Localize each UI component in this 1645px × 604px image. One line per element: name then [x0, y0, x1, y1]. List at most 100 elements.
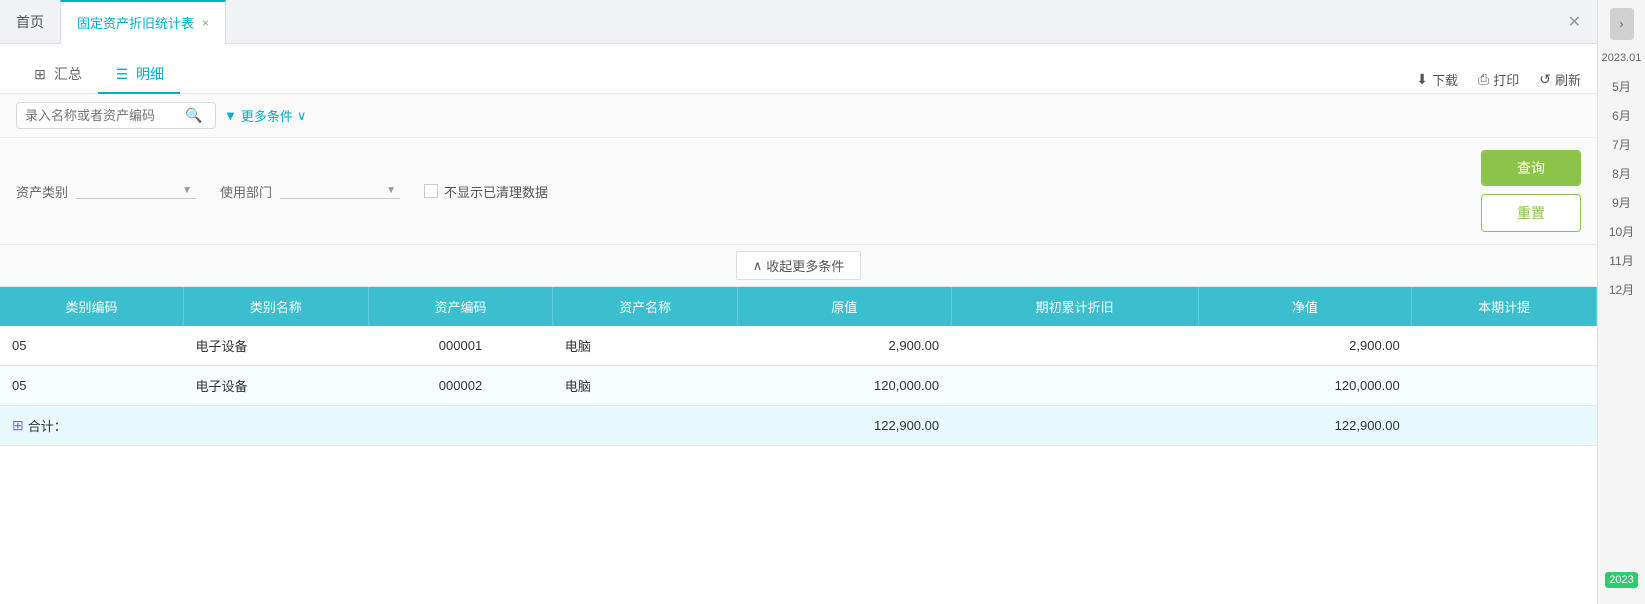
chevron-down-icon: ∨: [297, 108, 307, 124]
col-accumulated-depreciation: 期初累计折旧: [951, 287, 1198, 326]
reset-button[interactable]: 重置: [1481, 194, 1581, 232]
total-accumulated-depreciation: [951, 406, 1198, 446]
sidebar-month-9[interactable]: 9月: [1598, 188, 1645, 217]
hide-cleared-checkbox[interactable]: [424, 184, 438, 198]
tab-home[interactable]: 首页: [0, 0, 60, 44]
tab-summary-label: 汇总: [54, 64, 82, 84]
search-icon[interactable]: 🔍: [185, 107, 202, 124]
filter-asset-category: 资产类别 ▼: [16, 182, 196, 201]
more-filter-button[interactable]: ▼ 更多条件 ∨: [224, 106, 306, 125]
sidebar-collapse-arrow[interactable]: ›: [1610, 8, 1634, 40]
collapse-label: 收起更多条件: [766, 256, 844, 275]
col-net-value: 净值: [1198, 287, 1412, 326]
search-bar: 🔍 ▼ 更多条件 ∨: [0, 94, 1597, 138]
table-row: 05 电子设备 000002 电脑 120,000.00 120,000.00: [0, 366, 1597, 406]
cell-original-value: 120,000.00: [738, 366, 952, 406]
total-label-cell: ⊞ 合计：: [0, 406, 738, 446]
content-area: ⊞ 汇总 ☰ 明细 ⬇ 下载 ⎙ 打印 ↺ 刷新: [0, 44, 1597, 604]
use-department-label: 使用部门: [220, 182, 272, 201]
sidebar-month-8[interactable]: 8月: [1598, 159, 1645, 188]
data-table: 类别编码 类别名称 资产编码 资产名称 原值 期初累计折旧 净值 本期计提 05…: [0, 287, 1597, 446]
col-category-name: 类别名称: [183, 287, 368, 326]
refresh-icon: ↺: [1539, 71, 1551, 88]
cell-asset-code: 000001: [368, 326, 553, 366]
tab-detail[interactable]: ☰ 明细: [98, 56, 180, 94]
refresh-label: 刷新: [1555, 70, 1581, 89]
hide-cleared-label: 不显示已清理数据: [444, 182, 548, 201]
tab-bar: 首页 固定资产折旧统计表 × ✕: [0, 0, 1597, 44]
cell-current-depreciation: [1412, 366, 1597, 406]
arrow-right-icon: ›: [1620, 17, 1624, 31]
cell-current-depreciation: [1412, 326, 1597, 366]
table-wrap: 类别编码 类别名称 资产编码 资产名称 原值 期初累计折旧 净值 本期计提 05…: [0, 287, 1597, 604]
download-label: 下载: [1432, 70, 1458, 89]
tab-home-label: 首页: [16, 12, 44, 32]
filter-row: 资产类别 ▼ 使用部门 ▼ 不显示已清理数据: [16, 150, 1581, 232]
total-original-value: 122,900.00: [738, 406, 952, 446]
filter-panel: 资产类别 ▼ 使用部门 ▼ 不显示已清理数据: [0, 138, 1597, 245]
print-label: 打印: [1493, 70, 1519, 89]
use-department-select[interactable]: ▼: [280, 183, 400, 199]
cell-asset-name: 电脑: [553, 366, 738, 406]
tab-close-icon[interactable]: ×: [202, 16, 209, 30]
cell-accumulated-depreciation: [951, 326, 1198, 366]
total-label-text: 合计：: [28, 416, 67, 435]
table-row: 05 电子设备 000001 电脑 2,900.00 2,900.00: [0, 326, 1597, 366]
list-icon: ☰: [114, 66, 130, 82]
cell-category-name: 电子设备: [183, 366, 368, 406]
tab-active-label: 固定资产折旧统计表: [77, 13, 194, 32]
col-original-value: 原值: [738, 287, 952, 326]
year-badge: 2023: [1605, 572, 1637, 588]
refresh-button[interactable]: ↺ 刷新: [1539, 70, 1581, 89]
use-department-arrow-icon: ▼: [386, 185, 396, 196]
cell-original-value: 2,900.00: [738, 326, 952, 366]
tab-active[interactable]: 固定资产折旧统计表 ×: [60, 0, 226, 44]
download-icon: ⬇: [1416, 71, 1428, 88]
cell-accumulated-depreciation: [951, 366, 1198, 406]
more-filter-label: 更多条件: [241, 106, 293, 125]
sidebar-month-5[interactable]: 5月: [1598, 72, 1645, 101]
cell-asset-code: 000002: [368, 366, 553, 406]
window-close-label: ✕: [1568, 14, 1581, 31]
cell-net-value: 120,000.00: [1198, 366, 1412, 406]
search-input-wrap[interactable]: 🔍: [16, 102, 216, 129]
window-close-button[interactable]: ✕: [1568, 12, 1581, 32]
col-current-depreciation: 本期计提: [1412, 287, 1597, 326]
print-icon: ⎙: [1478, 71, 1489, 88]
print-button[interactable]: ⎙ 打印: [1478, 70, 1519, 89]
sidebar-month-6[interactable]: 6月: [1598, 101, 1645, 130]
search-input[interactable]: [25, 108, 185, 123]
col-category-code: 类别编码: [0, 287, 183, 326]
query-button[interactable]: 查询: [1481, 150, 1581, 186]
filter-buttons: 查询 重置: [1481, 150, 1581, 232]
sub-tab-bar: ⊞ 汇总 ☰ 明细 ⬇ 下载 ⎙ 打印 ↺ 刷新: [0, 44, 1597, 94]
cell-net-value: 2,900.00: [1198, 326, 1412, 366]
table-total-row: ⊞ 合计： 122,900.00 122,900.00: [0, 406, 1597, 446]
total-net-value: 122,900.00: [1198, 406, 1412, 446]
cell-category-name: 电子设备: [183, 326, 368, 366]
total-current-depreciation: [1412, 406, 1597, 446]
sidebar-month-10[interactable]: 10月: [1598, 217, 1645, 246]
hide-cleared-checkbox-wrap[interactable]: 不显示已清理数据: [424, 182, 548, 201]
tab-summary[interactable]: ⊞ 汇总: [16, 56, 98, 94]
download-button[interactable]: ⬇ 下载: [1416, 70, 1458, 89]
filter-icon: ▼: [224, 108, 237, 123]
sidebar-month-7[interactable]: 7月: [1598, 130, 1645, 159]
table-header-row: 类别编码 类别名称 资产编码 资产名称 原值 期初累计折旧 净值 本期计提: [0, 287, 1597, 326]
cell-category-code: 05: [0, 366, 183, 406]
sidebar-month-12[interactable]: 12月: [1598, 275, 1645, 304]
tab-detail-label: 明细: [136, 64, 164, 84]
asset-category-arrow-icon: ▼: [182, 185, 192, 196]
asset-category-label: 资产类别: [16, 182, 68, 201]
cell-category-code: 05: [0, 326, 183, 366]
asset-category-select[interactable]: ▼: [76, 183, 196, 199]
chevron-up-icon: ∧: [753, 258, 763, 274]
col-asset-code: 资产编码: [368, 287, 553, 326]
total-icon: ⊞: [12, 417, 24, 434]
year-label: 2023.01: [1602, 52, 1642, 64]
collapse-button[interactable]: ∧ 收起更多条件: [736, 251, 862, 280]
sidebar-month-11[interactable]: 11月: [1598, 246, 1645, 275]
cell-asset-name: 电脑: [553, 326, 738, 366]
filter-use-department: 使用部门 ▼: [220, 182, 400, 201]
layers-icon: ⊞: [32, 66, 48, 82]
